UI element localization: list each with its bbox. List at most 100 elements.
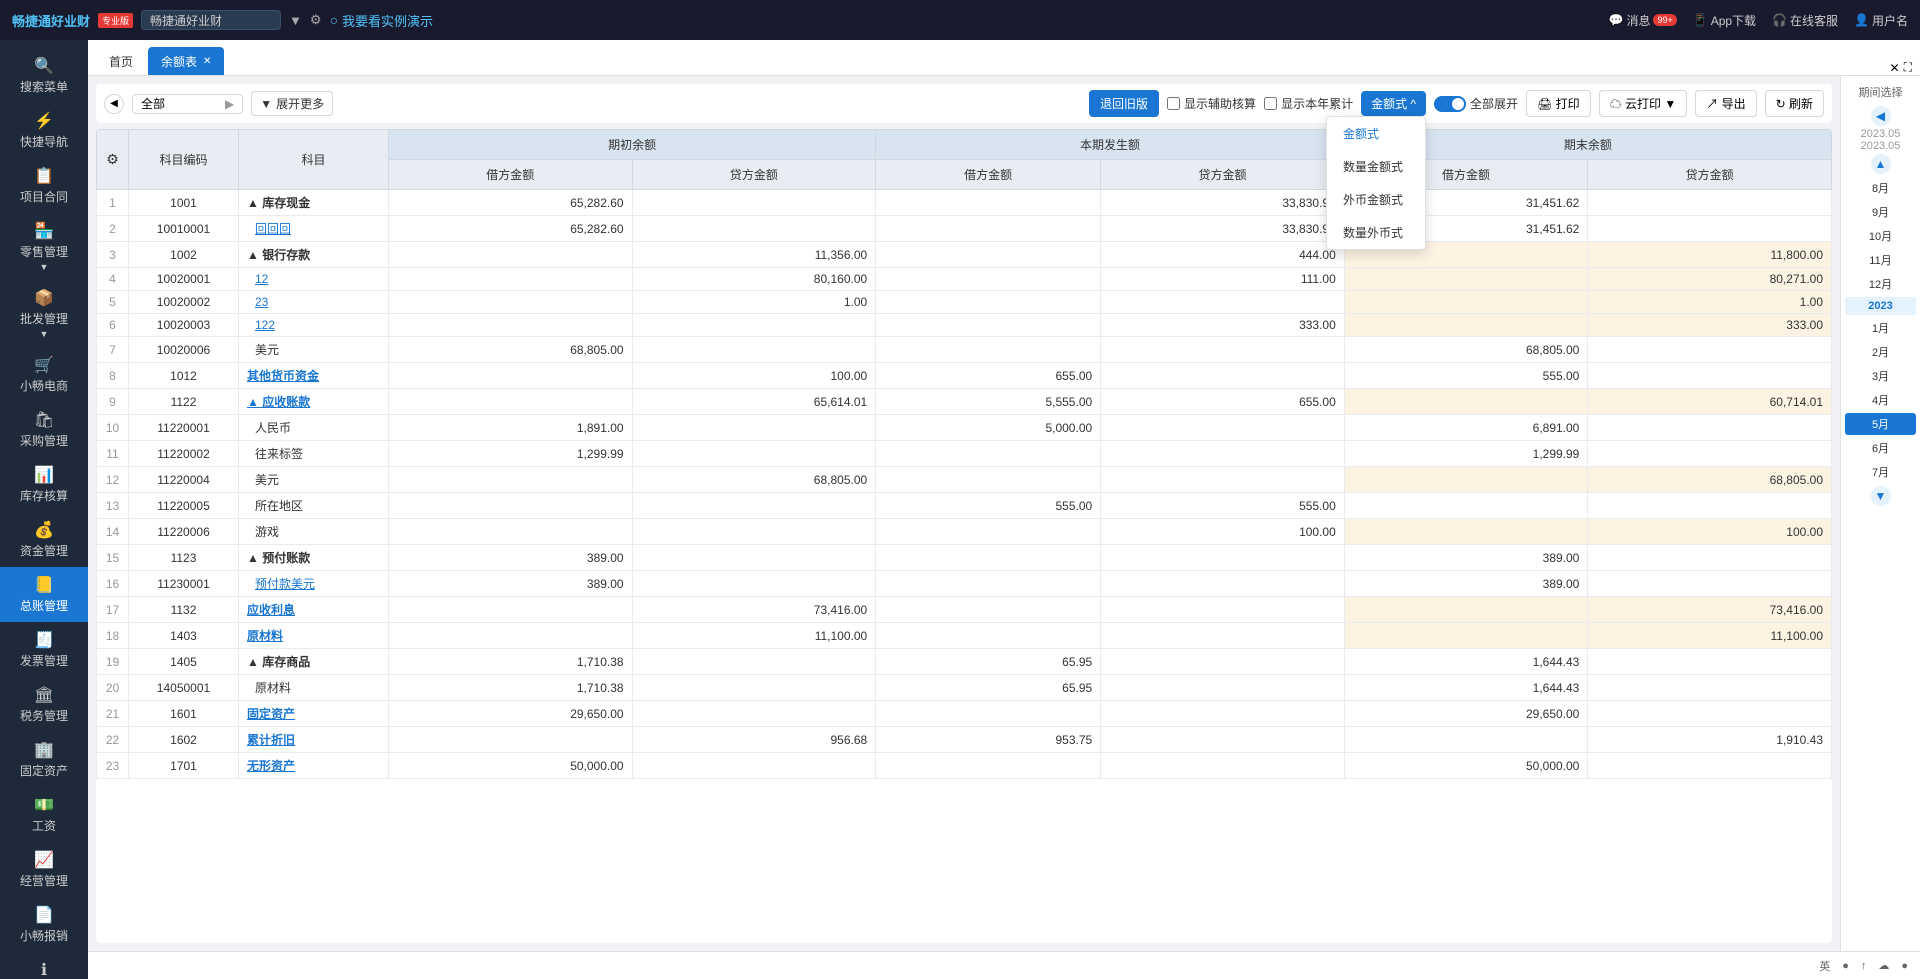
sidebar-item-search[interactable]: 🔍 搜索菜单 (0, 48, 88, 103)
print-btn[interactable]: 🖨 打印 (1526, 90, 1591, 117)
sidebar-item-operations[interactable]: 📈 经营管理 (0, 842, 88, 897)
cell-account-name[interactable]: 无形资产 (239, 753, 389, 779)
expand-all-toggle[interactable] (1434, 96, 1466, 112)
period-3[interactable]: 3月 (1845, 365, 1916, 387)
cell-account-code[interactable]: 11230001 (129, 571, 239, 597)
cell-account-name[interactable]: 原材料 (239, 623, 389, 649)
cell-account-code[interactable]: 1123 (129, 545, 239, 571)
cell-account-code[interactable]: 11220002 (129, 441, 239, 467)
nav-back-btn[interactable]: ◀ (104, 94, 124, 114)
status-upload[interactable]: ↑ (1861, 960, 1867, 972)
cell-account-name[interactable]: 12 (239, 268, 389, 291)
cell-account-name[interactable]: 原材料 (239, 675, 389, 701)
cell-account-code[interactable]: 10020003 (129, 314, 239, 337)
user-avatar[interactable]: 👤 用户名 (1854, 12, 1908, 29)
sidebar-item-quicknav[interactable]: ⚡ 快捷导航 (0, 103, 88, 158)
title-input[interactable] (141, 10, 281, 30)
cell-account-name[interactable]: 回回回 (239, 216, 389, 242)
period-expand-btn[interactable]: ▼ (1871, 486, 1891, 506)
cell-account-name[interactable]: ▲ 银行存款 (239, 242, 389, 268)
cell-account-code[interactable]: 1601 (129, 701, 239, 727)
period-12[interactable]: 12月 (1845, 273, 1916, 295)
menu-item-foreign-amount[interactable]: 外币金额式 (1327, 183, 1425, 216)
period-collapse-btn[interactable]: ◀ (1871, 106, 1891, 126)
cell-account-code[interactable]: 1132 (129, 597, 239, 623)
cell-account-code[interactable]: 11220004 (129, 467, 239, 493)
account-name-link[interactable]: 固定资产 (247, 707, 295, 721)
sidebar-item-invoice[interactable]: 🧾 发票管理 (0, 622, 88, 677)
period-10[interactable]: 10月 (1845, 225, 1916, 247)
app-download-btn[interactable]: 📱 App下载 (1693, 12, 1756, 29)
cell-account-name[interactable]: ▲ 库存商品 (239, 649, 389, 675)
search-arrow[interactable]: ▶ (225, 97, 234, 111)
period-7[interactable]: 7月 (1845, 461, 1916, 483)
cell-account-code[interactable]: 1001 (129, 190, 239, 216)
account-name-link[interactable]: 122 (255, 318, 275, 332)
account-name-link[interactable]: 其他货币资金 (247, 369, 319, 383)
message-btn[interactable]: 💬 消息 99+ (1609, 12, 1677, 29)
status-lang[interactable]: 英 (1819, 958, 1830, 974)
sidebar-item-payroll[interactable]: 💵 工资 (0, 787, 88, 842)
period-8[interactable]: 8月 (1845, 177, 1916, 199)
expand-more-btn[interactable]: ▼ 展开更多 (251, 91, 333, 116)
cell-account-code[interactable]: 10010001 (129, 216, 239, 242)
cell-account-name[interactable]: 往来标签 (239, 441, 389, 467)
sidebar-item-wholesale[interactable]: 📦 批发管理 ▼ (0, 280, 88, 347)
cell-account-code[interactable]: 1701 (129, 753, 239, 779)
menu-item-qty-amount[interactable]: 数量金额式 (1327, 150, 1425, 183)
account-name-link[interactable]: ▲ 应收账款 (247, 395, 310, 409)
tab-balance-close[interactable]: ✕ (203, 56, 211, 67)
period-1[interactable]: 1月 (1845, 317, 1916, 339)
demo-link[interactable]: ○ 我要看实例演示 (330, 11, 433, 30)
period-5[interactable]: 5月 (1845, 413, 1916, 435)
period-2023[interactable]: 2023 (1845, 297, 1916, 315)
return-old-btn[interactable]: 退回旧版 (1089, 90, 1159, 117)
cell-account-name[interactable]: ▲ 应收账款 (239, 389, 389, 415)
sidebar-item-tax[interactable]: 🏛 税务管理 (0, 677, 88, 732)
cell-account-name[interactable]: ▲ 预付账款 (239, 545, 389, 571)
account-name-link[interactable]: 预付款美元 (255, 577, 315, 591)
show-assist-checkbox[interactable] (1167, 97, 1180, 110)
cell-account-code[interactable]: 11220006 (129, 519, 239, 545)
cell-account-code[interactable]: 1002 (129, 242, 239, 268)
period-6[interactable]: 6月 (1845, 437, 1916, 459)
cell-account-name[interactable]: 固定资产 (239, 701, 389, 727)
menu-item-qty-foreign[interactable]: 数量外币式 (1327, 216, 1425, 249)
cell-account-name[interactable]: 预付款美元 (239, 571, 389, 597)
period-9[interactable]: 9月 (1845, 201, 1916, 223)
cell-account-name[interactable]: 23 (239, 291, 389, 314)
show-assist-label[interactable]: 显示辅助核算 (1167, 95, 1256, 112)
cell-account-name[interactable]: 累计折旧 (239, 727, 389, 753)
account-name-link[interactable]: 23 (255, 295, 268, 309)
show-ytd-label[interactable]: 显示本年累计 (1264, 95, 1353, 112)
sidebar-item-retail[interactable]: 🏪 零售管理 ▼ (0, 213, 88, 280)
period-4[interactable]: 4月 (1845, 389, 1916, 411)
sidebar-item-inventory[interactable]: 📊 库存核算 (0, 457, 88, 512)
sidebar-item-assets[interactable]: 🏢 固定资产 (0, 732, 88, 787)
period-11[interactable]: 11月 (1845, 249, 1916, 271)
sidebar-item-ecommerce[interactable]: 🛒 小畅电商 (0, 347, 88, 402)
account-name-link[interactable]: 累计折旧 (247, 733, 295, 747)
sidebar-item-ledger[interactable]: 📒 总账管理 (0, 567, 88, 622)
sidebar-item-finance[interactable]: 💰 资金管理 (0, 512, 88, 567)
cell-account-code[interactable]: 1122 (129, 389, 239, 415)
tab-expand-btn[interactable]: ⛶ (1904, 60, 1912, 75)
tab-home[interactable]: 首页 (96, 47, 146, 75)
cell-account-code[interactable]: 1012 (129, 363, 239, 389)
cell-account-code[interactable]: 1405 (129, 649, 239, 675)
export-btn[interactable]: ↗ 导出 (1695, 90, 1756, 117)
cell-account-name[interactable]: 游戏 (239, 519, 389, 545)
period-2[interactable]: 2月 (1845, 341, 1916, 363)
cell-account-name[interactable]: ▲ 库存现金 (239, 190, 389, 216)
refresh-btn[interactable]: ↻ 刷新 (1765, 90, 1824, 117)
status-cloud[interactable]: ☁ (1878, 959, 1889, 972)
cell-account-code[interactable]: 11220001 (129, 415, 239, 441)
account-name-link[interactable]: 无形资产 (247, 759, 295, 773)
cell-account-code[interactable]: 11220005 (129, 493, 239, 519)
account-name-link[interactable]: 原材料 (247, 629, 283, 643)
cell-account-code[interactable]: 1403 (129, 623, 239, 649)
cell-account-name[interactable]: 所在地区 (239, 493, 389, 519)
sidebar-item-purchase[interactable]: 🛍 采购管理 (0, 402, 88, 457)
cell-account-name[interactable]: 美元 (239, 337, 389, 363)
cell-account-name[interactable]: 人民币 (239, 415, 389, 441)
